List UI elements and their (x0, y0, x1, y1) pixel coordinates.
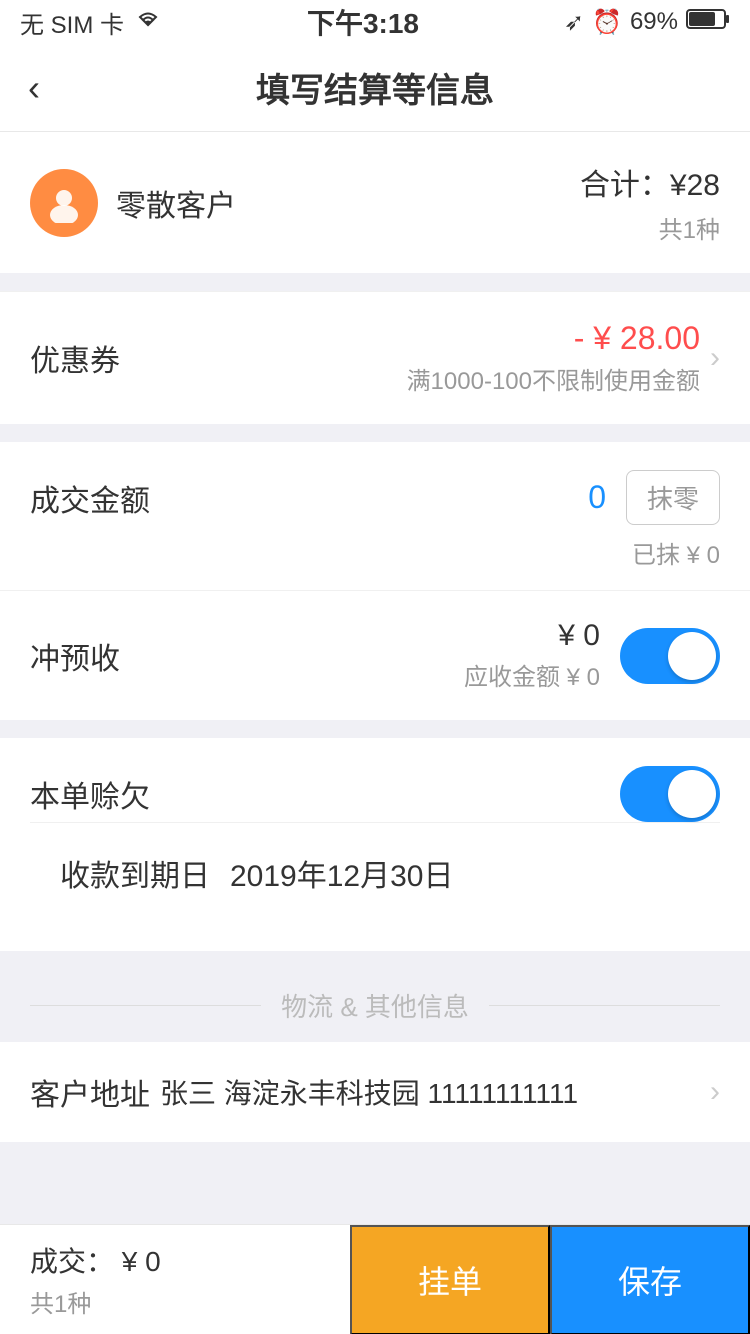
duedate-value: 2019年12月30日 (230, 851, 453, 895)
sim-label: 无 SIM 卡 (20, 5, 124, 40)
round-zero-button[interactable]: 抹零 (626, 470, 720, 525)
page-title: 填写结算等信息 (256, 63, 494, 112)
coupon-section: 优惠券 - ¥ 28.00 满1000-100不限制使用金额 › (0, 291, 750, 424)
status-left: 无 SIM 卡 (20, 5, 162, 40)
coupon-label: 优惠券 (30, 336, 120, 380)
credit-section: 本单赊欠 收款到期日 2019年12月30日 (0, 738, 750, 951)
toggle-knob (668, 632, 716, 680)
pending-button[interactable]: 挂单 (350, 1225, 550, 1334)
customer-count: 共1种 (580, 210, 720, 245)
amount-sub: 已抹 ¥ 0 (30, 535, 720, 590)
logistics-label: 物流 & 其他信息 (281, 987, 469, 1024)
prepay-label: 冲预收 (30, 634, 120, 678)
credit-label: 本单赊欠 (30, 772, 150, 816)
nav-bar: ‹ 填写结算等信息 (0, 44, 750, 132)
prepay-toggle[interactable] (620, 628, 720, 684)
alarm-icon: ⏰ (592, 8, 622, 37)
amount-right: 0 抹零 (588, 470, 720, 525)
wifi-icon (134, 8, 162, 36)
logistics-label-row: 物流 & 其他信息 (30, 987, 720, 1024)
divider-line-right (489, 1005, 720, 1006)
logistics-divider: 物流 & 其他信息 (0, 969, 750, 1042)
amount-value: 0 (588, 479, 606, 516)
credit-toggle[interactable] (620, 766, 720, 822)
customer-right: 合计：¥28 共1种 (580, 160, 720, 245)
coupon-row[interactable]: 优惠券 - ¥ 28.00 满1000-100不限制使用金额 › (0, 291, 750, 424)
prepay-values: ¥ 0 应收金额 ¥ 0 (464, 619, 600, 692)
customer-left: 零散客户 (30, 169, 236, 237)
location-icon: ➶ (564, 8, 584, 37)
back-button[interactable]: ‹ (28, 67, 40, 109)
save-button[interactable]: 保存 (550, 1225, 750, 1334)
duedate-area: 收款到期日 2019年12月30日 (30, 822, 720, 923)
amount-prepay-section: 成交金额 0 抹零 已抹 ¥ 0 冲预收 ¥ 0 应收金额 ¥ 0 (0, 442, 750, 720)
bottom-deal-count: 共1种 (30, 1284, 320, 1319)
deal-amount-area: 成交金额 0 抹零 已抹 ¥ 0 (0, 442, 750, 590)
customer-section: 零散客户 合计：¥28 共1种 (0, 132, 750, 273)
coupon-right: - ¥ 28.00 满1000-100不限制使用金额 › (407, 320, 720, 396)
address-chevron-icon: › (710, 1075, 720, 1109)
address-label: 客户地址 (30, 1070, 150, 1114)
prepay-sub: 应收金额 ¥ 0 (464, 657, 600, 692)
amount-label: 成交金额 (30, 476, 150, 520)
customer-name: 零散客户 (116, 181, 236, 225)
customer-row: 零散客户 合计：¥28 共1种 (0, 132, 750, 273)
address-row: 客户地址 张三 海淀永丰科技园 11111111111 › (30, 1070, 720, 1114)
address-section[interactable]: 客户地址 张三 海淀永丰科技园 11111111111 › (0, 1042, 750, 1142)
customer-avatar (30, 169, 98, 237)
divider-line-left (30, 1005, 261, 1006)
prepay-right: ¥ 0 应收金额 ¥ 0 (464, 619, 720, 692)
status-bar: 无 SIM 卡 下午3:18 ➶ ⏰ 69% (0, 0, 750, 44)
bottom-info: 成交： ¥ 0 共1种 (0, 1240, 350, 1319)
coupon-content: - ¥ 28.00 满1000-100不限制使用金额 (407, 320, 700, 396)
address-value: 张三 海淀永丰科技园 11111111111 (160, 1072, 700, 1112)
duedate-label: 收款到期日 (60, 851, 210, 895)
duedate-row: 收款到期日 2019年12月30日 (60, 851, 690, 895)
battery-icon (686, 8, 730, 37)
coupon-amount: - ¥ 28.00 (407, 320, 700, 357)
customer-total: 合计：¥28 (580, 160, 720, 204)
chevron-right-icon: › (710, 341, 720, 375)
bottom-deal-amount: 成交： ¥ 0 (30, 1240, 320, 1280)
credit-row: 本单赊欠 (30, 766, 720, 822)
bottom-bar: 成交： ¥ 0 共1种 挂单 保存 (0, 1224, 750, 1334)
prepay-area: 冲预收 ¥ 0 应收金额 ¥ 0 (0, 590, 750, 720)
status-time: 下午3:18 (307, 2, 419, 42)
battery-label: 69% (630, 8, 678, 36)
amount-row: 成交金额 0 抹零 (30, 470, 720, 535)
coupon-desc: 满1000-100不限制使用金额 (407, 361, 700, 396)
prepay-amount: ¥ 0 (464, 619, 600, 653)
credit-toggle-knob (668, 770, 716, 818)
status-right: ➶ ⏰ 69% (564, 8, 730, 37)
prepay-row: 冲预收 ¥ 0 应收金额 ¥ 0 (30, 591, 720, 692)
